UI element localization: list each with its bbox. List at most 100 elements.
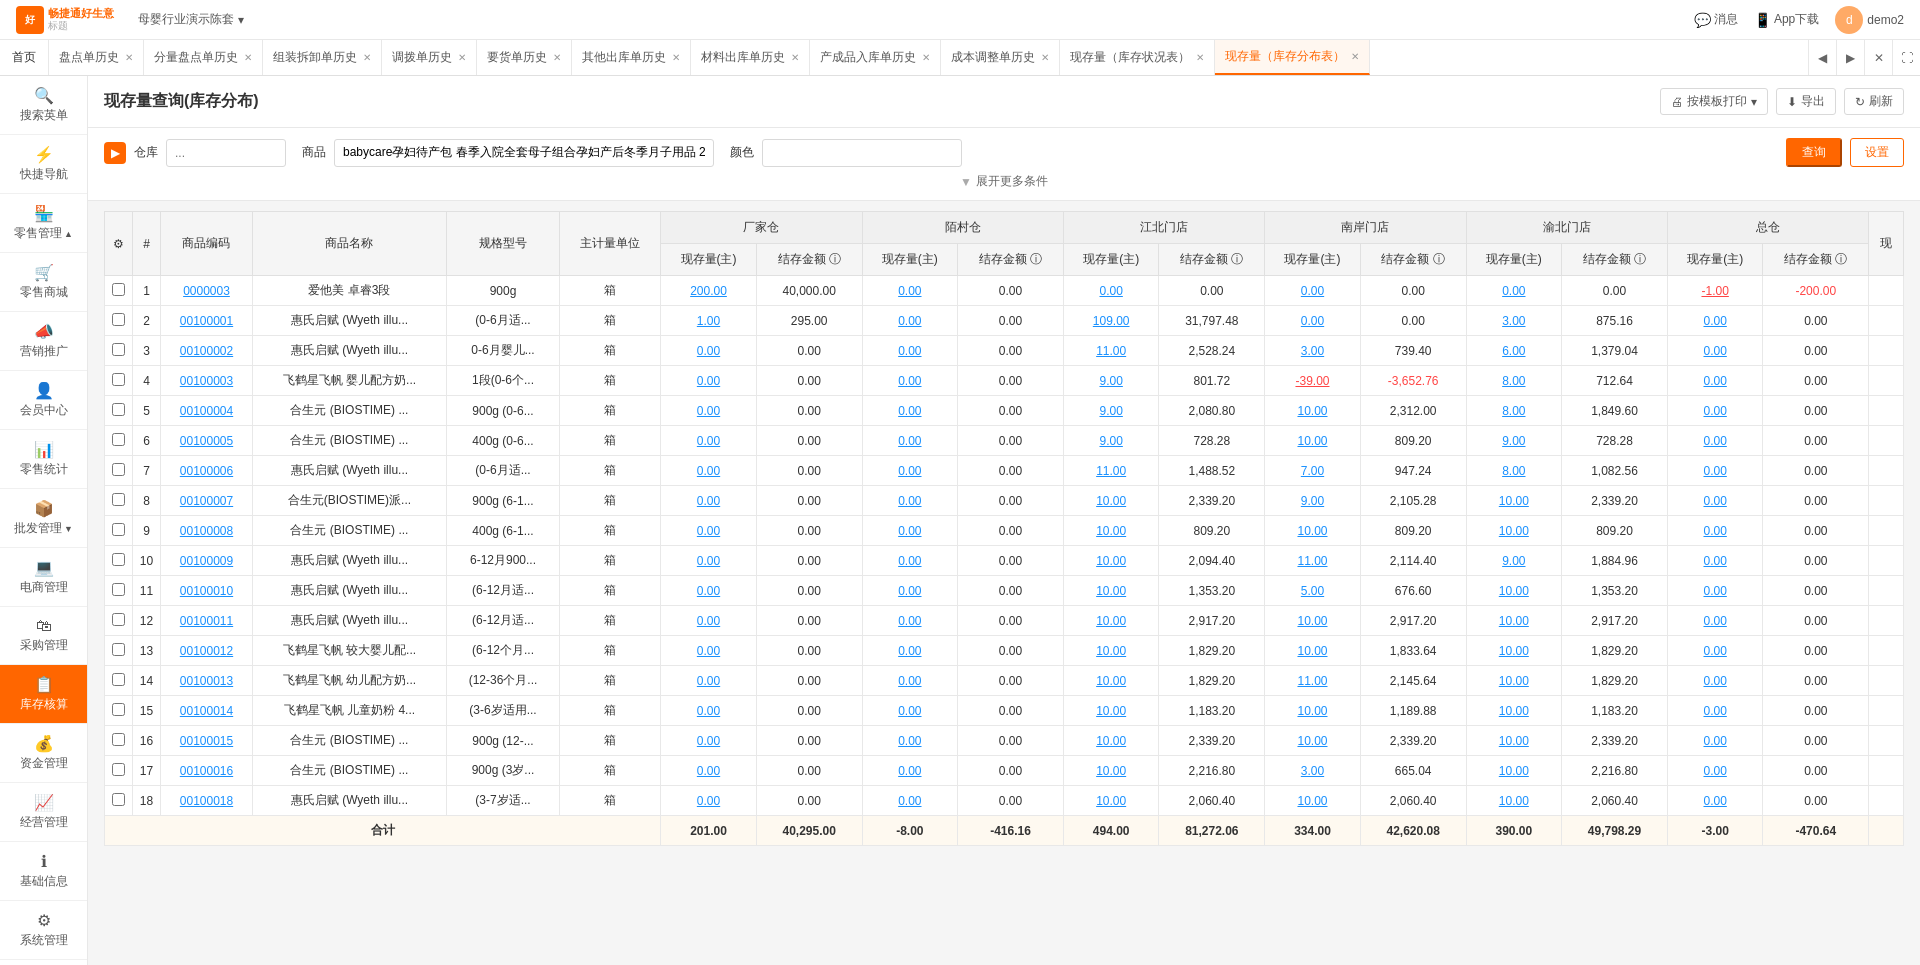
tab-4-close[interactable]: ✕ (458, 52, 466, 63)
table-scroll[interactable]: ⚙ # 商品编码 商品名称 规格型号 主计量单位 厂家仓 陌村仓 江北门店 南岸… (104, 211, 1904, 846)
row-zc-qty[interactable]: 0.00 (1667, 606, 1763, 636)
row-checkbox[interactable] (105, 726, 133, 756)
tab-7-close[interactable]: ✕ (791, 52, 799, 63)
th-settings[interactable]: ⚙ (105, 212, 133, 276)
tab-6[interactable]: 其他出库单历史 ✕ (572, 40, 691, 75)
tab-8[interactable]: 产成品入库单历史 ✕ (810, 40, 941, 75)
expand-conditions-btn[interactable]: ▼ 展开更多条件 (960, 173, 1048, 190)
row-mcx-qty[interactable]: 0.00 (862, 726, 958, 756)
row-checkbox[interactable] (105, 486, 133, 516)
sidebar-item-finance[interactable]: 💰 资金管理 (0, 724, 87, 783)
row-namd-qty[interactable]: 3.00 (1265, 756, 1361, 786)
tab-11-active[interactable]: 现存量（库存分布表） ✕ (1215, 40, 1370, 75)
row-ybmd-qty[interactable]: 10.00 (1466, 666, 1562, 696)
tab-2[interactable]: 分量盘点单历史 ✕ (144, 40, 263, 75)
row-cfx-qty[interactable]: 1.00 (661, 306, 757, 336)
row-code[interactable]: 00100005 (161, 426, 253, 456)
row-zc-qty[interactable]: 0.00 (1667, 456, 1763, 486)
row-zc-qty[interactable]: 0.00 (1667, 786, 1763, 816)
row-mcx-qty[interactable]: 0.00 (862, 516, 958, 546)
row-ybmd-qty[interactable]: 10.00 (1466, 606, 1562, 636)
row-ybmd-qty[interactable]: 6.00 (1466, 336, 1562, 366)
row-zc-qty[interactable]: 0.00 (1667, 306, 1763, 336)
row-code[interactable]: 00100004 (161, 396, 253, 426)
row-namd-qty[interactable]: -39.00 (1265, 366, 1361, 396)
row-code[interactable]: 00100018 (161, 786, 253, 816)
tab-1-close[interactable]: ✕ (125, 52, 133, 63)
sidebar-item-retail-stats[interactable]: 📊 零售统计 (0, 430, 87, 489)
row-checkbox[interactable] (105, 786, 133, 816)
tab-10-close[interactable]: ✕ (1196, 52, 1204, 63)
row-namd-qty[interactable]: 10.00 (1265, 606, 1361, 636)
row-mcx-qty[interactable]: 0.00 (862, 576, 958, 606)
row-cfx-qty[interactable]: 0.00 (661, 606, 757, 636)
row-code[interactable]: 00100001 (161, 306, 253, 336)
row-ybmd-qty[interactable]: 10.00 (1466, 786, 1562, 816)
row-checkbox[interactable] (105, 636, 133, 666)
row-cfx-qty[interactable]: 0.00 (661, 666, 757, 696)
sidebar-item-wholesale[interactable]: 📦 批发管理 ▼ (0, 489, 87, 548)
row-jbmd-qty[interactable]: 10.00 (1063, 576, 1159, 606)
row-jbmd-qty[interactable]: 10.00 (1063, 786, 1159, 816)
tab-6-close[interactable]: ✕ (672, 52, 680, 63)
row-namd-qty[interactable]: 10.00 (1265, 396, 1361, 426)
tab-1[interactable]: 盘点单历史 ✕ (49, 40, 144, 75)
export-btn[interactable]: ⬇ 导出 (1776, 88, 1836, 115)
row-jbmd-qty[interactable]: 10.00 (1063, 696, 1159, 726)
row-zc-qty[interactable]: 0.00 (1667, 336, 1763, 366)
row-mcx-qty[interactable]: 0.00 (862, 696, 958, 726)
row-checkbox[interactable] (105, 576, 133, 606)
row-jbmd-qty[interactable]: 10.00 (1063, 666, 1159, 696)
row-zc-qty[interactable]: 0.00 (1667, 726, 1763, 756)
row-checkbox[interactable] (105, 276, 133, 306)
row-code[interactable]: 00100016 (161, 756, 253, 786)
row-checkbox[interactable] (105, 606, 133, 636)
sidebar-item-members[interactable]: 👤 会员中心 (0, 371, 87, 430)
row-code[interactable]: 00100014 (161, 696, 253, 726)
tab-11-close[interactable]: ✕ (1351, 51, 1359, 62)
search-btn[interactable]: 查询 (1786, 138, 1842, 167)
row-namd-qty[interactable]: 0.00 (1265, 276, 1361, 306)
row-jbmd-qty[interactable]: 10.00 (1063, 516, 1159, 546)
row-jbmd-qty[interactable]: 10.00 (1063, 756, 1159, 786)
tab-8-close[interactable]: ✕ (922, 52, 930, 63)
row-code[interactable]: 00100013 (161, 666, 253, 696)
warehouse-input[interactable] (166, 139, 286, 167)
row-jbmd-qty[interactable]: 11.00 (1063, 336, 1159, 366)
row-zc-qty[interactable]: 0.00 (1667, 516, 1763, 546)
row-jbmd-qty[interactable]: 10.00 (1063, 726, 1159, 756)
row-ybmd-qty[interactable]: 10.00 (1466, 756, 1562, 786)
settings-btn[interactable]: 设置 (1850, 138, 1904, 167)
tab-home[interactable]: 首页 (0, 40, 49, 75)
row-namd-qty[interactable]: 10.00 (1265, 516, 1361, 546)
tab-5-close[interactable]: ✕ (553, 52, 561, 63)
row-ybmd-qty[interactable]: 0.00 (1466, 276, 1562, 306)
row-checkbox[interactable] (105, 306, 133, 336)
row-mcx-qty[interactable]: 0.00 (862, 666, 958, 696)
row-code[interactable]: 00100002 (161, 336, 253, 366)
print-btn[interactable]: 🖨 按模板打印 ▾ (1660, 88, 1768, 115)
row-checkbox[interactable] (105, 336, 133, 366)
row-mcx-qty[interactable]: 0.00 (862, 276, 958, 306)
tab-10[interactable]: 现存量（库存状况表） ✕ (1060, 40, 1215, 75)
user-area[interactable]: d demo2 (1835, 6, 1904, 34)
row-code[interactable]: 00100010 (161, 576, 253, 606)
row-jbmd-qty[interactable]: 9.00 (1063, 366, 1159, 396)
tab-expand-btn[interactable]: ⛶ (1892, 40, 1920, 76)
filter-expand-btn[interactable]: ▶ (104, 142, 126, 164)
sidebar-item-search[interactable]: 🔍 搜索英单 (0, 76, 87, 135)
row-ybmd-qty[interactable]: 9.00 (1466, 426, 1562, 456)
row-cfx-qty[interactable]: 0.00 (661, 786, 757, 816)
tab-7[interactable]: 材料出库单历史 ✕ (691, 40, 810, 75)
row-code[interactable]: 00100003 (161, 366, 253, 396)
row-cfx-qty[interactable]: 0.00 (661, 396, 757, 426)
row-checkbox[interactable] (105, 456, 133, 486)
row-jbmd-qty[interactable]: 10.00 (1063, 486, 1159, 516)
row-mcx-qty[interactable]: 0.00 (862, 366, 958, 396)
row-checkbox[interactable] (105, 546, 133, 576)
row-namd-qty[interactable]: 10.00 (1265, 786, 1361, 816)
tab-next-btn[interactable]: ▶ (1836, 40, 1864, 76)
row-namd-qty[interactable]: 10.00 (1265, 426, 1361, 456)
row-ybmd-qty[interactable]: 10.00 (1466, 726, 1562, 756)
row-jbmd-qty[interactable]: 10.00 (1063, 606, 1159, 636)
